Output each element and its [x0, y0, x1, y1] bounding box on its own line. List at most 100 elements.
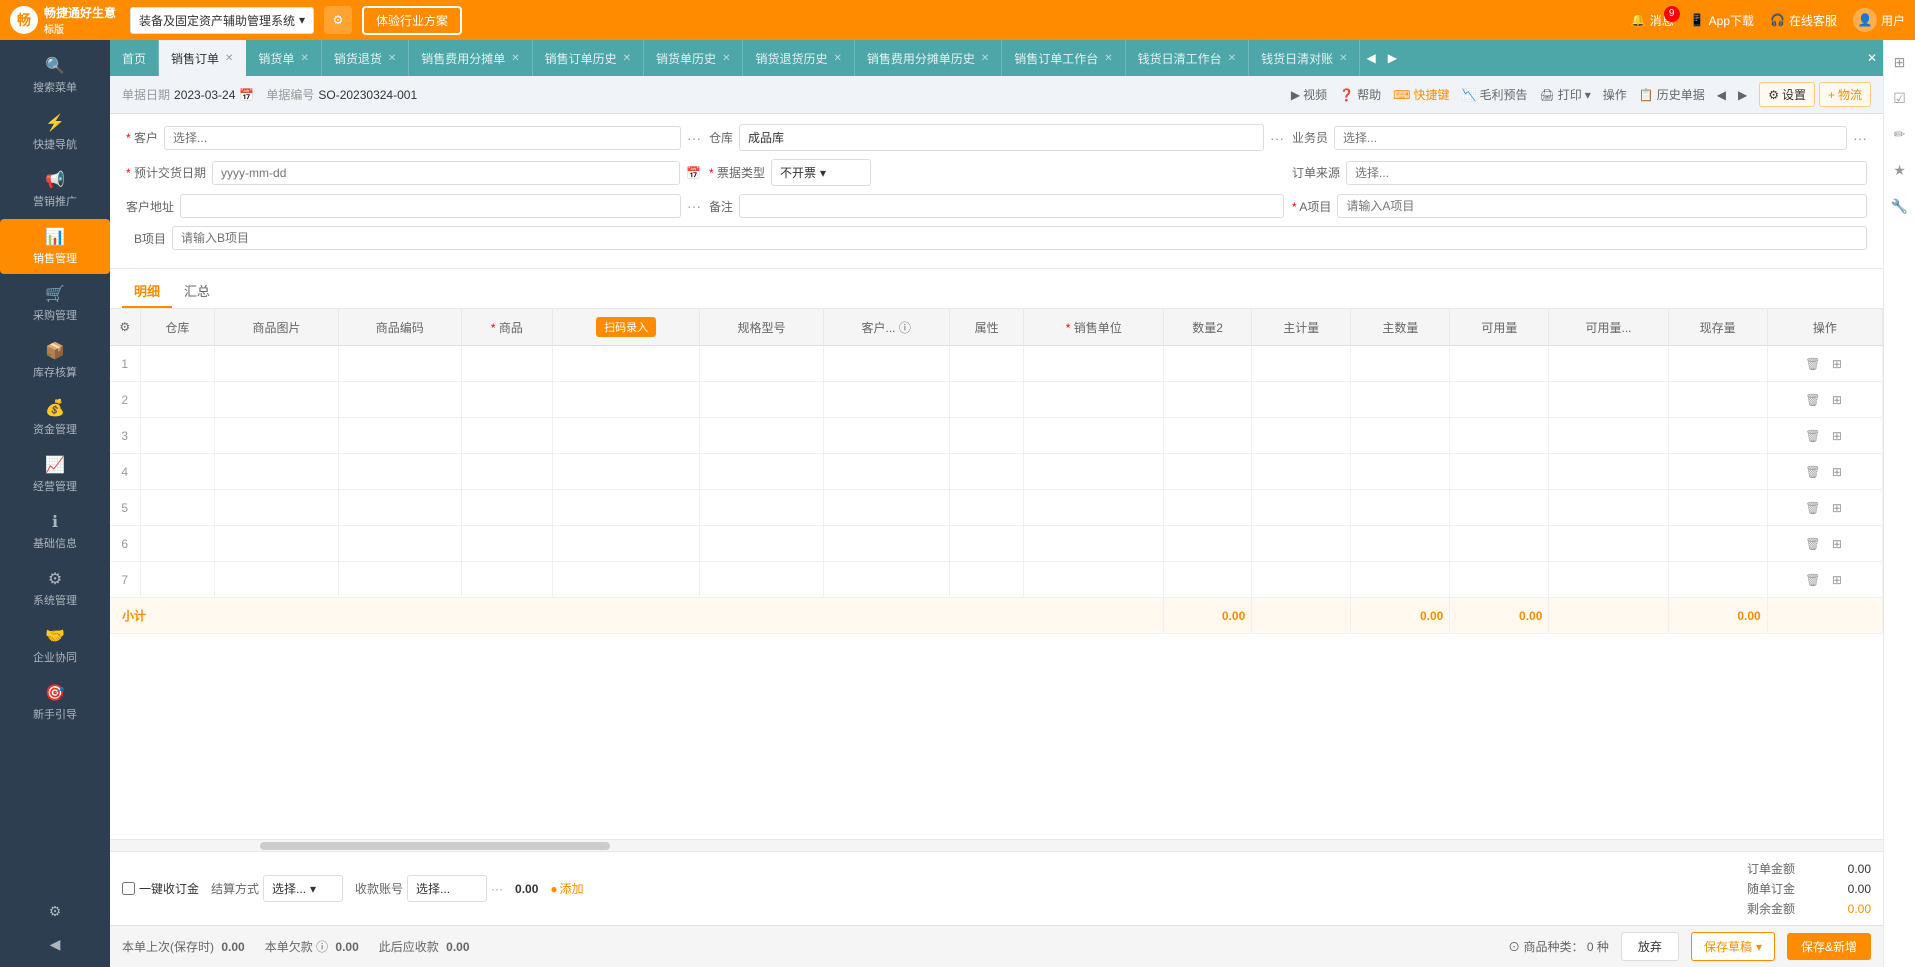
row-product-7[interactable]: [461, 562, 552, 598]
sidebar-item-system[interactable]: ⚙ 系统管理: [0, 561, 110, 616]
row-qty2-3[interactable]: [1163, 418, 1251, 454]
scan-enter-btn[interactable]: 扫码录入: [596, 317, 656, 337]
row-warehouse-7[interactable]: [140, 562, 215, 598]
scroll-thumb[interactable]: [260, 842, 610, 850]
right-panel-star-icon[interactable]: ★: [1886, 156, 1914, 184]
order-source-input[interactable]: [1346, 161, 1867, 185]
settlement-select[interactable]: 选择... ▾: [263, 875, 343, 902]
row-code-3[interactable]: [338, 418, 461, 454]
tab-sales-return-close[interactable]: ✕: [388, 53, 396, 64]
warehouse-ellipsis-icon[interactable]: ···: [1270, 130, 1284, 146]
nav-prev-btn[interactable]: ◀: [1717, 88, 1726, 102]
add-payment-btn[interactable]: ● 添加: [550, 880, 583, 897]
sidebar-item-marketing[interactable]: 📢 营销推广: [0, 162, 110, 217]
gear-button[interactable]: ⚙: [324, 6, 352, 34]
tab-daily-clear[interactable]: 钱货日清工作台 ✕: [1126, 40, 1249, 76]
copy-icon-7[interactable]: ⊞: [1827, 570, 1847, 590]
sidebar-item-search[interactable]: 🔍 搜索菜单: [0, 48, 110, 103]
delete-icon-6[interactable]: 🗑: [1803, 534, 1823, 554]
row-code-6[interactable]: [338, 526, 461, 562]
row-main-qty-4[interactable]: [1351, 454, 1450, 490]
help-btn[interactable]: ❓ 帮助: [1339, 86, 1381, 103]
industry-button[interactable]: 体验行业方案: [362, 6, 462, 35]
row-qty2-5[interactable]: [1163, 490, 1251, 526]
shortcut-btn[interactable]: ⌨ 快捷键: [1393, 86, 1449, 103]
row-main-qty-5[interactable]: [1351, 490, 1450, 526]
row-qty2-1[interactable]: [1163, 346, 1251, 382]
tab-prev-btn[interactable]: ◀: [1360, 40, 1381, 76]
row-qty2-7[interactable]: [1163, 562, 1251, 598]
tab-expense-history[interactable]: 销售费用分摊单历史 ✕: [855, 40, 1002, 76]
staff-ellipsis-icon[interactable]: ···: [1853, 130, 1867, 146]
delete-icon-7[interactable]: 🗑: [1803, 570, 1823, 590]
tab-sales-slip[interactable]: 销货单 ✕: [246, 40, 321, 76]
row-warehouse-2[interactable]: [140, 382, 215, 418]
right-panel-edit-icon[interactable]: ✏: [1886, 120, 1914, 148]
copy-icon-5[interactable]: ⊞: [1827, 498, 1847, 518]
nav-next-btn[interactable]: ▶: [1738, 88, 1747, 102]
row-unit-1[interactable]: [1024, 346, 1164, 382]
sidebar-item-finance[interactable]: 💰 资金管理: [0, 390, 110, 445]
tab-expense-split[interactable]: 销售费用分摊单 ✕: [409, 40, 532, 76]
row-unit-6[interactable]: [1024, 526, 1164, 562]
discard-button[interactable]: 放弃: [1621, 932, 1679, 961]
sidebar-collapse-icon[interactable]: ◀: [44, 930, 67, 959]
tab-expense-split-close[interactable]: ✕: [511, 53, 519, 64]
row-product-3[interactable]: [461, 418, 552, 454]
address-input[interactable]: [180, 194, 681, 218]
sidebar-item-operation[interactable]: 📈 经营管理: [0, 447, 110, 502]
row-product-4[interactable]: [461, 454, 552, 490]
copy-icon-1[interactable]: ⊞: [1827, 354, 1847, 374]
copy-icon-6[interactable]: ⊞: [1827, 534, 1847, 554]
print-btn[interactable]: 🖨 打印 ▾: [1539, 86, 1590, 103]
copy-icon-4[interactable]: ⊞: [1827, 462, 1847, 482]
tab-daily-reconcile[interactable]: 钱货日清对账 ✕: [1249, 40, 1360, 76]
tab-sales-order-close[interactable]: ✕: [225, 53, 233, 64]
row-warehouse-5[interactable]: [140, 490, 215, 526]
right-panel-tool-icon[interactable]: 🔧: [1886, 192, 1914, 220]
row-warehouse-4[interactable]: [140, 454, 215, 490]
tab-daily-clear-close[interactable]: ✕: [1228, 53, 1236, 64]
right-panel-grid-icon[interactable]: ⊞: [1886, 48, 1914, 76]
row-product-1[interactable]: [461, 346, 552, 382]
operation-btn[interactable]: 操作: [1603, 86, 1627, 103]
scroll-bar[interactable]: [110, 839, 1883, 851]
tab-daily-reconcile-close[interactable]: ✕: [1339, 53, 1347, 64]
invoice-select[interactable]: 不开票 ▾: [771, 159, 871, 186]
row-qty2-6[interactable]: [1163, 526, 1251, 562]
row-code-2[interactable]: [338, 382, 461, 418]
sidebar-item-guide[interactable]: 🎯 新手引导: [0, 675, 110, 730]
row-code-1[interactable]: [338, 346, 461, 382]
tab-sales-history[interactable]: 销售订单历史 ✕: [533, 40, 644, 76]
receipt-select[interactable]: 选择...: [407, 875, 487, 902]
tab-next-btn[interactable]: ▶: [1382, 40, 1403, 76]
delivery-input[interactable]: [212, 161, 680, 185]
online-service-btn[interactable]: 🎧 在线客服: [1770, 12, 1837, 29]
tab-detail[interactable]: 明细: [122, 275, 172, 308]
sidebar-item-nav[interactable]: ⚡ 快捷导航: [0, 105, 110, 160]
sidebar-item-inventory[interactable]: 📦 库存核算: [0, 333, 110, 388]
system-selector[interactable]: 装备及固定资产辅助管理系统 ▾: [130, 7, 314, 34]
row-warehouse-3[interactable]: [140, 418, 215, 454]
sidebar-item-sales[interactable]: 📊 销售管理: [0, 219, 110, 274]
delete-icon-5[interactable]: 🗑: [1803, 498, 1823, 518]
row-unit-4[interactable]: [1024, 454, 1164, 490]
user-btn[interactable]: 👤 用户: [1853, 8, 1905, 32]
row-unit-5[interactable]: [1024, 490, 1164, 526]
calendar2-icon[interactable]: 📅: [686, 166, 701, 180]
tab-close-all-btn[interactable]: ✕: [1861, 40, 1883, 76]
row-product-2[interactable]: [461, 382, 552, 418]
row-unit-2[interactable]: [1024, 382, 1164, 418]
row-code-7[interactable]: [338, 562, 461, 598]
row-main-qty-7[interactable]: [1351, 562, 1450, 598]
save-new-button[interactable]: 保存&新增: [1787, 933, 1871, 960]
row-unit-3[interactable]: [1024, 418, 1164, 454]
row-warehouse-6[interactable]: [140, 526, 215, 562]
tab-goods-history[interactable]: 销货单历史 ✕: [644, 40, 743, 76]
row-main-qty-3[interactable]: [1351, 418, 1450, 454]
row-product-5[interactable]: [461, 490, 552, 526]
tab-home[interactable]: 首页: [110, 40, 159, 76]
tab-summary[interactable]: 汇总: [172, 275, 222, 308]
remark-input[interactable]: [739, 194, 1284, 218]
delete-icon-3[interactable]: 🗑: [1803, 426, 1823, 446]
